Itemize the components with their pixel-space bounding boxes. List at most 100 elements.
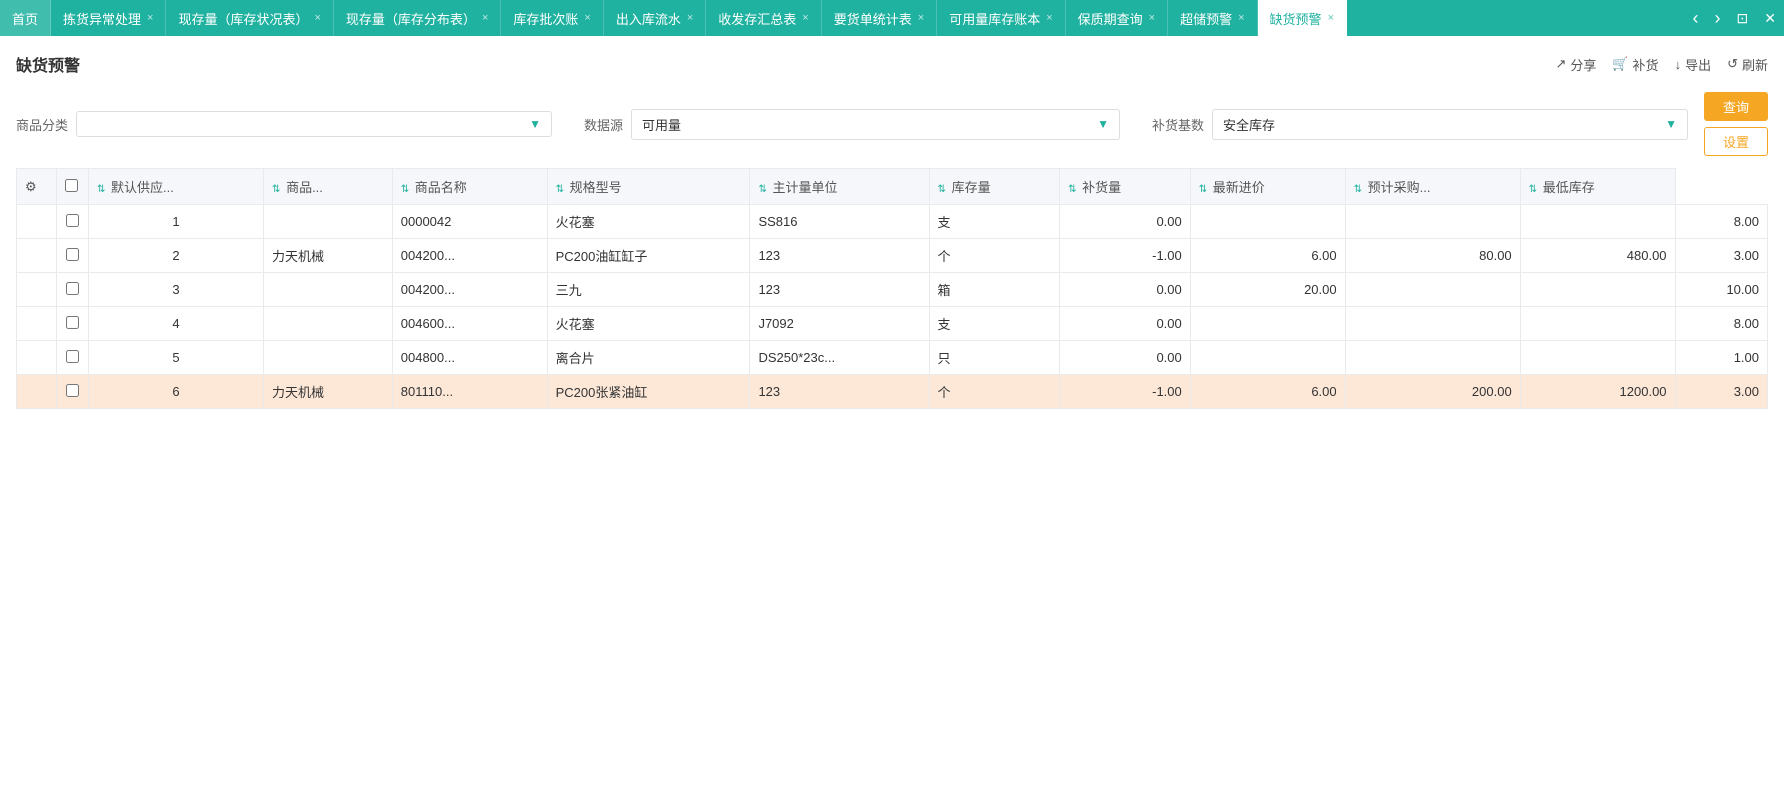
settings-button[interactable]: 设置 [1704,127,1768,156]
table-row: 3 004200... 三九 123 箱 0.00 20.00 10.00 [17,273,1768,307]
share-icon [1555,56,1566,72]
table-row: 5 004800... 离合片 DS250*23c... 只 0.00 1.00 [17,341,1768,375]
row-stock: -1.00 [1060,375,1191,409]
row-checkbox[interactable] [66,350,79,363]
datasource-select[interactable]: 可用量 ▼ [631,109,1120,140]
tab-batch-account[interactable]: 库存批次账 × [501,0,603,36]
export-action[interactable]: 导出 [1675,55,1712,74]
restock-icon: 🛒 [1612,56,1628,72]
row-checkbox-cell[interactable] [57,239,89,273]
tab-close-all-button[interactable] [1756,0,1784,36]
datasource-value: 可用量 [642,115,681,134]
tab-shortage-warning[interactable]: 缺货预警 × [1258,0,1347,36]
tab-home[interactable]: 首页 [0,0,51,36]
row-min-stock: 3.00 [1675,239,1767,273]
row-checkbox[interactable] [66,384,79,397]
row-name: PC200油缸缸子 [547,239,750,273]
tab-inventory-dist-close[interactable]: × [482,12,488,24]
tab-inventory-status-close[interactable]: × [314,12,320,24]
page-title-row: 缺货预警 分享 🛒 补货 导出 刷新 [16,52,1768,76]
col-header-spec[interactable]: ⇅ 规格型号 [547,169,750,205]
col-header-code[interactable]: ⇅ 商品... [264,169,393,205]
col-header-supplier[interactable]: ⇅ 默认供应... [89,169,264,205]
tab-batch-account-close[interactable]: × [584,12,590,24]
row-checkbox-cell[interactable] [57,375,89,409]
row-unit: 个 [929,375,1060,409]
row-num: 6 [89,375,264,409]
tab-exception-close[interactable]: × [147,12,153,24]
row-checkbox[interactable] [66,214,79,227]
row-code: 004600... [392,307,547,341]
row-supplier [264,205,393,239]
filter-actions: 查询 设置 [1704,92,1768,156]
row-name: 火花塞 [547,307,750,341]
row-checkbox-cell[interactable] [57,307,89,341]
col-header-stock[interactable]: ⇅ 库存量 [929,169,1060,205]
col-header-est-purchase[interactable]: ⇅ 预计采购... [1345,169,1520,205]
restock-action[interactable]: 🛒 补货 [1612,55,1658,74]
row-est-purchase [1520,307,1675,341]
replenish-value: 安全库存 [1223,115,1275,134]
tab-available-ledger-close[interactable]: × [1046,12,1052,24]
row-gear-cell[interactable] [17,239,57,273]
tab-demand-stats-close[interactable]: × [918,12,924,24]
col-header-name[interactable]: ⇅ 商品名称 [392,169,547,205]
query-button[interactable]: 查询 [1704,92,1768,121]
row-name: 火花塞 [547,205,750,239]
row-checkbox-cell[interactable] [57,341,89,375]
tab-inout-flow-close[interactable]: × [687,12,693,24]
sort-icon: ⇅ [758,184,766,195]
tab-prev-button[interactable] [1685,0,1707,36]
tab-nav-buttons [1685,0,1784,36]
table-header-row: ⇅ 默认供应... ⇅ 商品... ⇅ 商品名称 ⇅ 规格型号 ⇅ 主计量单 [17,169,1768,205]
row-latest-price [1345,307,1520,341]
row-checkbox-cell[interactable] [57,273,89,307]
tab-receipt-summary[interactable]: 收发存汇总表 × [706,0,821,36]
sort-icon: ⇅ [938,184,946,195]
tab-inout-flow[interactable]: 出入库流水 × [604,0,706,36]
col-header-latest-price[interactable]: ⇅ 最新进价 [1190,169,1345,205]
row-spec: 123 [750,239,929,273]
row-spec: J7092 [750,307,929,341]
row-est-purchase [1520,273,1675,307]
tab-expiry-query-close[interactable]: × [1149,12,1155,24]
tab-overstock-warning[interactable]: 超储预警 × [1168,0,1257,36]
category-select[interactable]: ▼ [76,111,552,137]
row-supplier: 力天机械 [264,375,393,409]
row-est-purchase: 480.00 [1520,239,1675,273]
select-all-checkbox[interactable] [65,179,78,192]
row-checkbox[interactable] [66,316,79,329]
tab-window-button[interactable] [1729,0,1757,36]
row-gear-cell[interactable] [17,273,57,307]
data-table: ⇅ 默认供应... ⇅ 商品... ⇅ 商品名称 ⇅ 规格型号 ⇅ 主计量单 [16,168,1768,409]
col-header-min-stock[interactable]: ⇅ 最低库存 [1520,169,1675,205]
tab-available-ledger[interactable]: 可用量库存账本 × [937,0,1065,36]
tab-demand-stats[interactable]: 要货单统计表 × [822,0,937,36]
col-header-unit[interactable]: ⇅ 主计量单位 [750,169,929,205]
row-unit: 只 [929,341,1060,375]
tab-receipt-summary-close[interactable]: × [802,12,808,24]
col-header-replenish[interactable]: ⇅ 补货量 [1060,169,1191,205]
refresh-action[interactable]: 刷新 [1727,55,1768,74]
tab-exception[interactable]: 拣货异常处理 × [51,0,166,36]
row-checkbox[interactable] [66,248,79,261]
tab-inventory-dist[interactable]: 现存量（库存分布表） × [334,0,501,36]
tab-shortage-warning-close[interactable]: × [1328,12,1334,24]
tab-next-button[interactable] [1707,0,1729,36]
row-num: 1 [89,205,264,239]
table-row: 1 0000042 火花塞 SS816 支 0.00 8.00 [17,205,1768,239]
share-action[interactable]: 分享 [1555,55,1596,74]
tab-inventory-status[interactable]: 现存量（库存状况表） × [166,0,333,36]
row-checkbox[interactable] [66,282,79,295]
row-gear-cell[interactable] [17,341,57,375]
row-gear-cell[interactable] [17,375,57,409]
replenish-select[interactable]: 安全库存 ▼ [1212,109,1688,140]
row-gear-cell[interactable] [17,307,57,341]
row-latest-price [1345,341,1520,375]
tab-expiry-query[interactable]: 保质期查询 × [1066,0,1168,36]
tab-overstock-warning-close[interactable]: × [1238,12,1244,24]
row-gear-cell[interactable] [17,205,57,239]
filter-row: 商品分类 ▼ 数据源 可用量 ▼ 补货基数 安全库存 ▼ 查询 设置 [16,92,1768,156]
col-header-gear[interactable] [17,169,57,205]
row-checkbox-cell[interactable] [57,205,89,239]
